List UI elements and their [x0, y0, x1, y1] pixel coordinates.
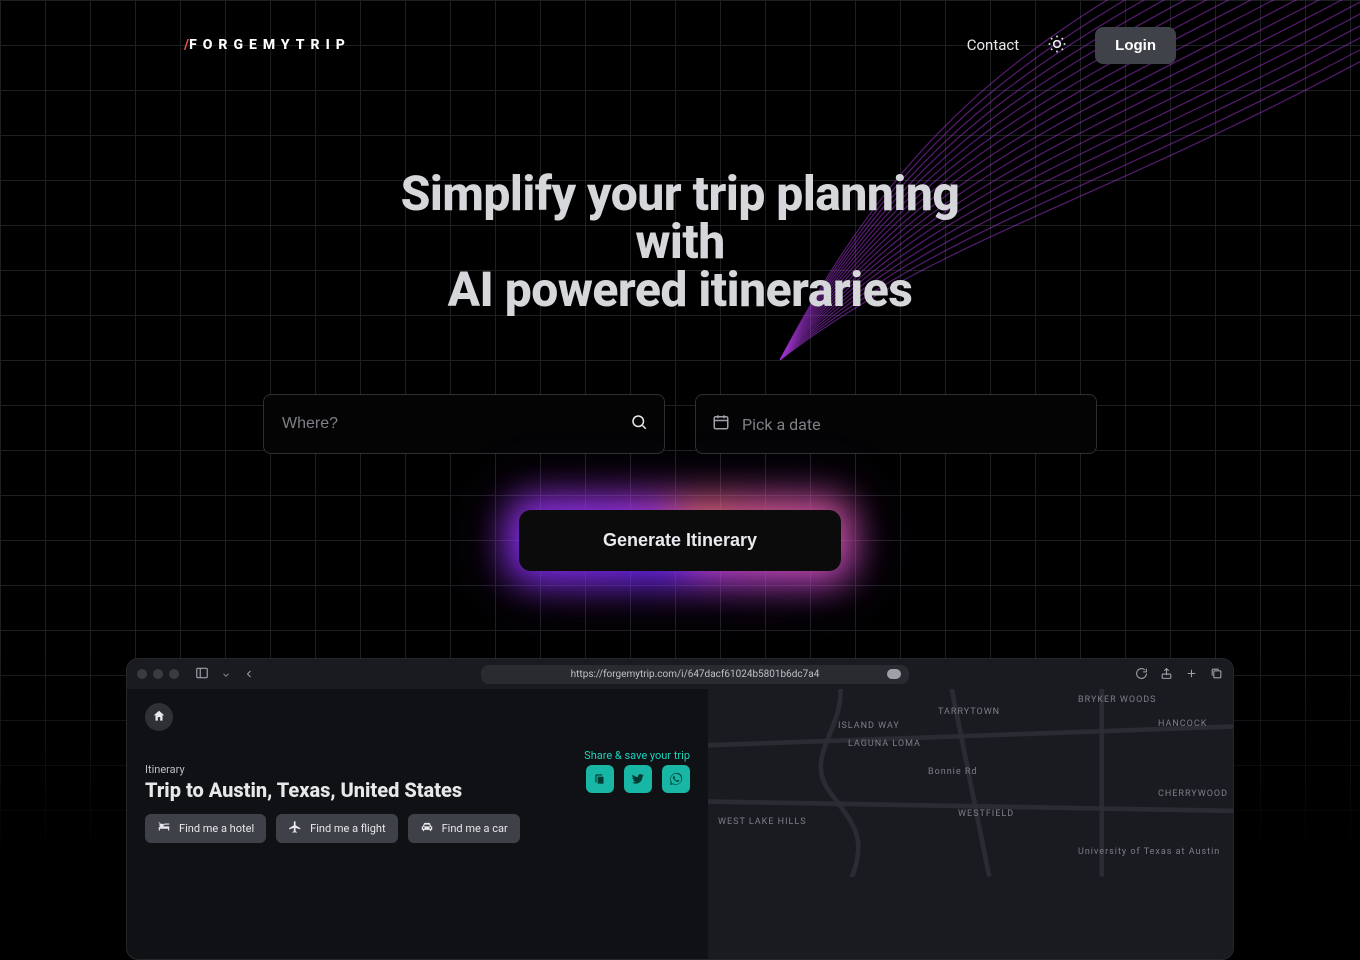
input-row: Pick a date [0, 394, 1360, 454]
url-text: https://forgemytrip.com/i/647dacf61024b5… [571, 669, 820, 680]
plane-icon [288, 820, 302, 837]
reader-pill-icon [887, 669, 901, 679]
home-button[interactable] [145, 703, 173, 731]
share-twitter-button[interactable] [624, 765, 652, 793]
map-label: CHERRYWOOD [1158, 789, 1228, 799]
browser-body: Itinerary Share & save your trip Trip to… [127, 689, 1233, 959]
destination-input[interactable] [280, 414, 648, 434]
share-whatsapp-button[interactable] [662, 765, 690, 793]
destination-field[interactable] [263, 394, 665, 454]
hero-line-3: AI powered itineraries [0, 266, 1360, 314]
hero-heading: Simplify your trip planning with AI powe… [0, 170, 1360, 314]
map-label: WESTFIELD [958, 809, 1014, 819]
map-label: WEST LAKE HILLS [718, 817, 807, 827]
cta-glow: Generate Itinerary [519, 510, 841, 571]
hero: Simplify your trip planning with AI powe… [0, 170, 1360, 571]
search-icon [630, 413, 648, 435]
calendar-icon [712, 413, 730, 435]
share-label: Share & save your trip [584, 749, 690, 762]
url-bar[interactable]: https://forgemytrip.com/i/647dacf61024b5… [481, 665, 910, 684]
toolbar-right-icons [1135, 665, 1223, 684]
header-nav: Contact Login [967, 27, 1176, 64]
bed-icon [157, 820, 171, 837]
map-panel[interactable]: ISLAND WAY LAGUNA LOMA WEST LAKE HILLS T… [708, 689, 1233, 959]
share-icon-row [586, 765, 690, 793]
browser-preview: https://forgemytrip.com/i/647dacf61024b5… [126, 658, 1234, 960]
traffic-lights [137, 669, 179, 679]
chip-flight[interactable]: Find me a flight [276, 814, 397, 843]
tabs-icon[interactable] [1210, 665, 1223, 684]
itinerary-panel: Itinerary Share & save your trip Trip to… [127, 689, 708, 959]
plus-icon[interactable] [1185, 665, 1198, 684]
map-label: ISLAND WAY [838, 721, 900, 731]
reload-icon[interactable] [1135, 665, 1148, 684]
map-label: Bonnie Rd [928, 767, 978, 777]
sun-icon [1047, 34, 1067, 57]
sidebar-toggle-icon[interactable] [195, 665, 209, 684]
car-icon [420, 820, 434, 837]
hero-line-2: with [0, 218, 1360, 266]
chip-car[interactable]: Find me a car [408, 814, 520, 843]
home-icon [152, 708, 166, 727]
map-label: University of Texas at Austin [1078, 847, 1220, 857]
cta-row: Generate Itinerary [0, 510, 1360, 571]
back-icon[interactable] [243, 665, 255, 684]
brand-logo[interactable]: /FORGEMYTRIP [184, 37, 351, 53]
toolbar-left-icons [195, 665, 255, 684]
site-header: /FORGEMYTRIP Contact Login [0, 0, 1360, 70]
map-label: BRYKER WOODS [1078, 695, 1157, 705]
map-label: LAGUNA LOMA [848, 739, 921, 749]
brand-name: FORGEMYTRIP [189, 37, 351, 53]
browser-toolbar: https://forgemytrip.com/i/647dacf61024b5… [127, 659, 1233, 689]
date-field[interactable]: Pick a date [695, 394, 1097, 454]
chip-hotel[interactable]: Find me a hotel [145, 814, 266, 843]
action-chips: Find me a hotel Find me a flight Find me… [145, 814, 690, 843]
login-button[interactable]: Login [1095, 27, 1176, 64]
share-icon[interactable] [1160, 665, 1173, 684]
chevron-down-icon[interactable] [221, 665, 231, 684]
contact-link[interactable]: Contact [967, 36, 1019, 54]
date-placeholder: Pick a date [742, 415, 821, 434]
map-label: TARRYTOWN [938, 707, 1000, 717]
theme-toggle[interactable] [1041, 29, 1073, 61]
hero-line-1: Simplify your trip planning [0, 170, 1360, 218]
chip-hotel-label: Find me a hotel [179, 822, 254, 835]
generate-button[interactable]: Generate Itinerary [519, 510, 841, 571]
url-area: https://forgemytrip.com/i/647dacf61024b5… [265, 665, 1125, 684]
map-label: HANCOCK [1158, 719, 1207, 729]
chip-flight-label: Find me a flight [310, 822, 385, 835]
chip-car-label: Find me a car [442, 822, 508, 835]
share-copy-button[interactable] [586, 765, 614, 793]
